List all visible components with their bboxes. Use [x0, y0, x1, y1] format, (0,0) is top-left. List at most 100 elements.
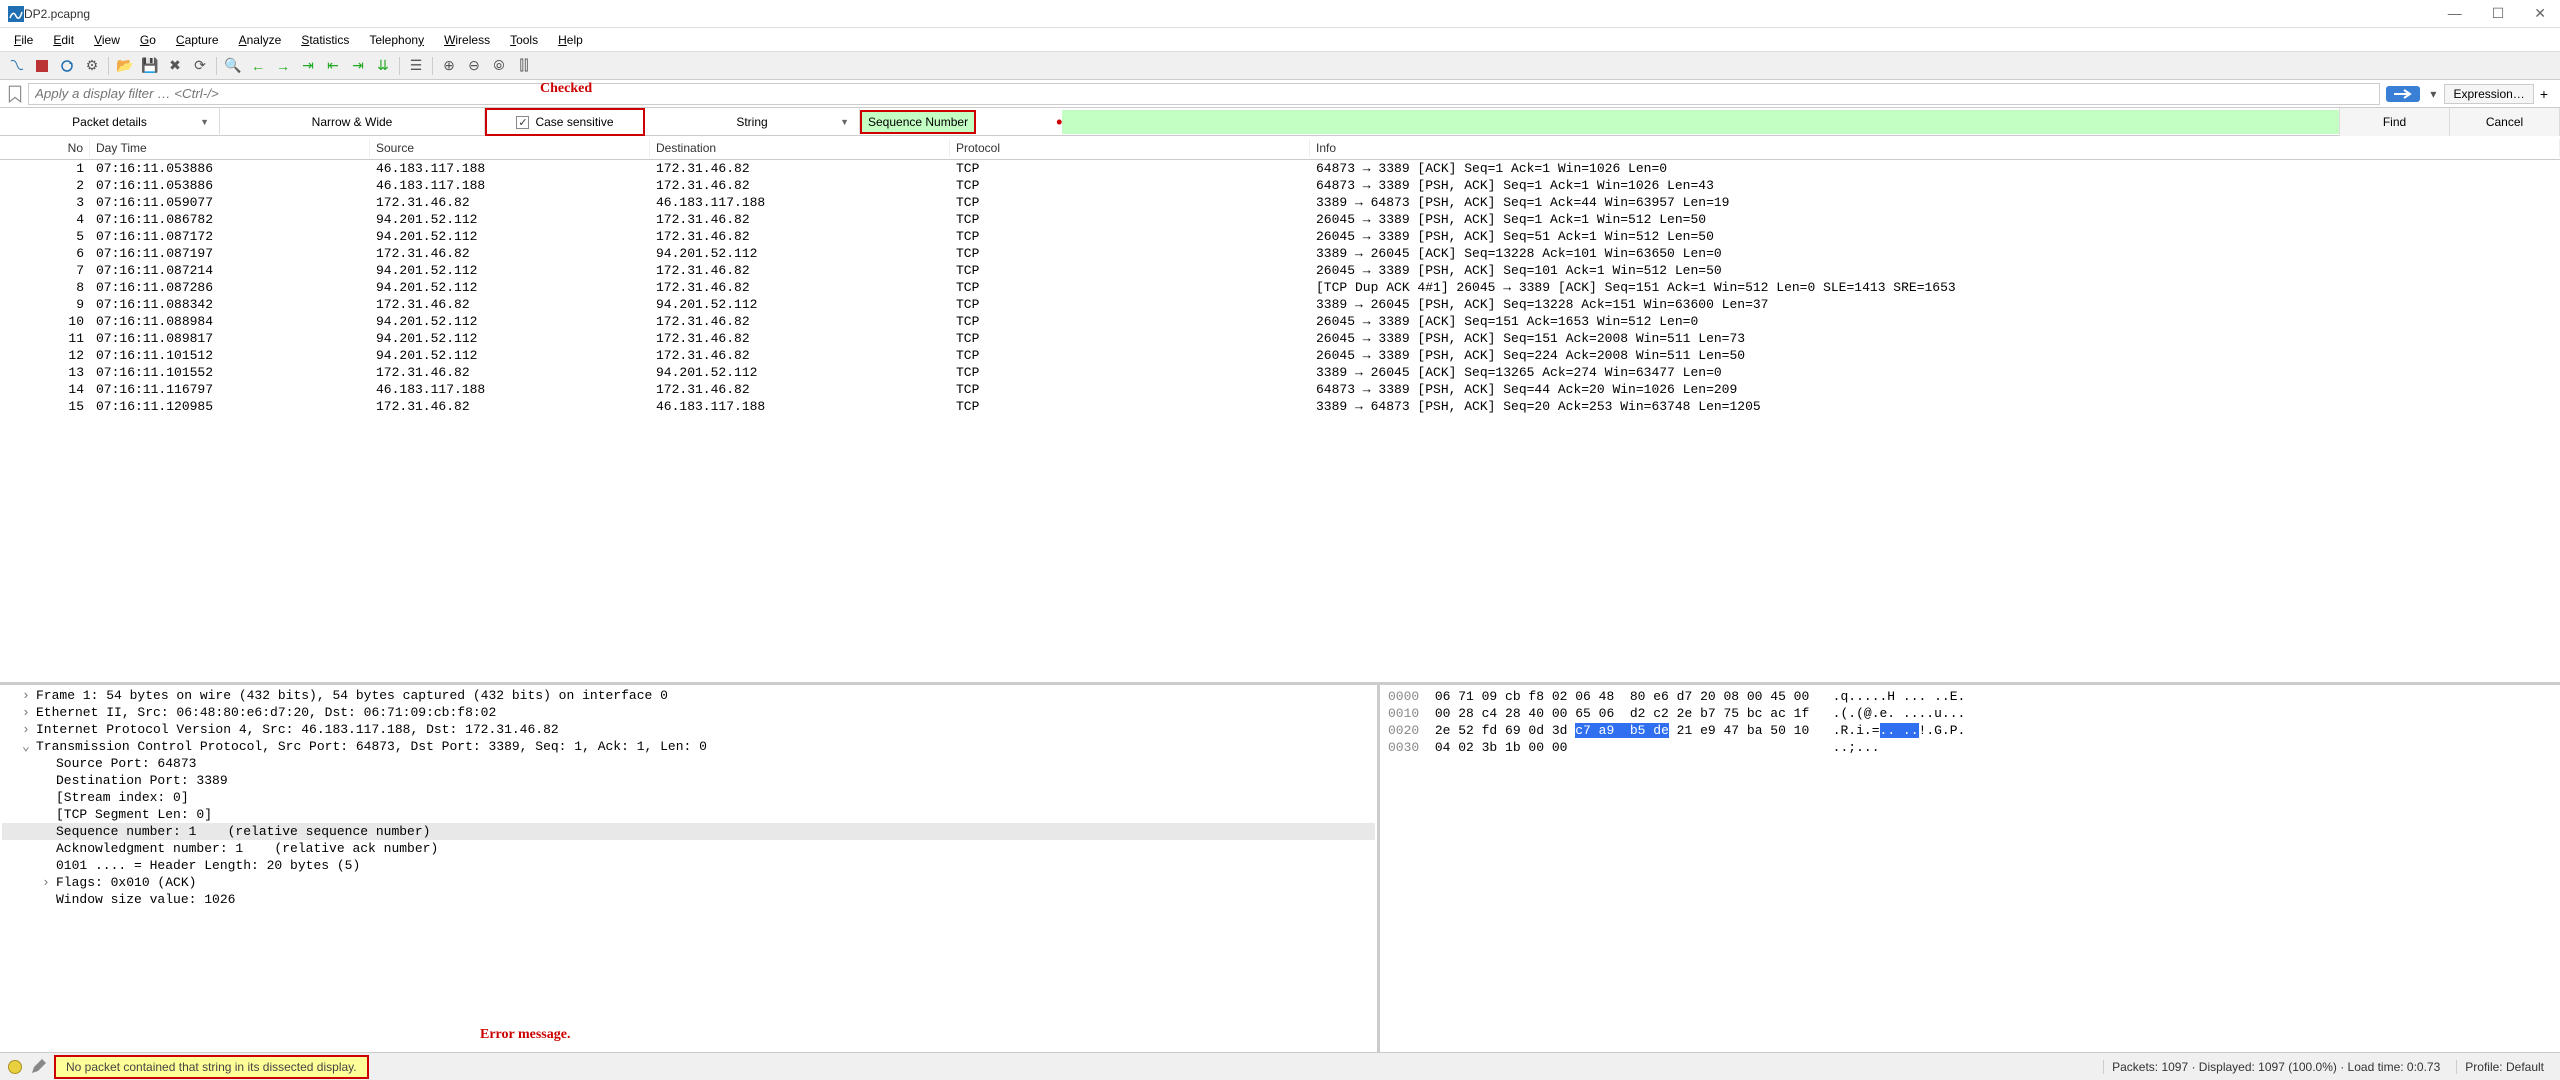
table-row[interactable]: 1307:16:11.101552172.31.46.8294.201.52.1… [0, 364, 2560, 381]
expression-button[interactable]: Expression… [2444, 84, 2533, 104]
detail-line[interactable]: Flags: 0x010 (ACK) [2, 874, 1375, 891]
table-row[interactable]: 1107:16:11.08981794.201.52.112172.31.46.… [0, 330, 2560, 347]
table-row[interactable]: 307:16:11.059077172.31.46.8246.183.117.1… [0, 194, 2560, 211]
table-row[interactable]: 107:16:11.05388646.183.117.188172.31.46.… [0, 160, 2560, 177]
cancel-button[interactable]: Cancel [2450, 108, 2560, 136]
close-button[interactable]: ✕ [2528, 3, 2552, 24]
find-packet-icon[interactable]: 🔍 [222, 55, 244, 77]
cursor-indicator: • [1056, 112, 1062, 133]
detail-line[interactable]: Destination Port: 3389 [2, 772, 1375, 789]
detail-line[interactable]: Frame 1: 54 bytes on wire (432 bits), 54… [2, 687, 1375, 704]
maximize-button[interactable]: ☐ [2486, 3, 2511, 24]
find-bar: Packet details▼ Narrow & Wide ✓ Case sen… [0, 108, 2560, 136]
minimize-button[interactable]: — [2442, 3, 2468, 24]
search-type-combo[interactable]: String▼ [645, 108, 860, 136]
menu-wireless[interactable]: Wireless [434, 31, 500, 49]
edit-capture-comment-icon[interactable] [30, 1059, 46, 1075]
zoom-in-icon[interactable]: ⊕ [438, 55, 460, 77]
display-filter-input[interactable] [28, 83, 2380, 105]
close-file-icon[interactable]: ✖ [164, 55, 186, 77]
first-packet-icon[interactable]: ⇤ [322, 55, 344, 77]
zoom-out-icon[interactable]: ⊖ [463, 55, 485, 77]
table-row[interactable]: 707:16:11.08721494.201.52.112172.31.46.8… [0, 262, 2560, 279]
status-bar: No packet contained that string in its d… [0, 1052, 2560, 1080]
status-message: No packet contained that string in its d… [54, 1055, 369, 1079]
detail-line[interactable]: Window size value: 1026 [2, 891, 1375, 908]
search-input-value[interactable]: Sequence Number [868, 115, 968, 129]
col-no[interactable]: No [0, 139, 90, 157]
options-icon[interactable]: ⚙ [81, 55, 103, 77]
save-file-icon[interactable]: 💾 [139, 55, 161, 77]
detail-line[interactable]: Ethernet II, Src: 06:48:80:e6:d7:20, Dst… [2, 704, 1375, 721]
add-filter-button[interactable]: + [2534, 84, 2554, 104]
packet-list-pane: No Day Time Source Destination Protocol … [0, 136, 2560, 682]
table-row[interactable]: 907:16:11.088342172.31.46.8294.201.52.11… [0, 296, 2560, 313]
charset-combo[interactable]: Narrow & Wide [220, 108, 485, 136]
menu-tools[interactable]: Tools [500, 31, 548, 49]
col-info[interactable]: Info [1310, 139, 2560, 157]
go-forward-icon[interactable]: → [272, 55, 294, 77]
col-destination[interactable]: Destination [650, 139, 950, 157]
detail-line[interactable]: [TCP Segment Len: 0] [2, 806, 1375, 823]
last-packet-icon[interactable]: ⇥ [347, 55, 369, 77]
table-row[interactable]: 207:16:11.05388646.183.117.188172.31.46.… [0, 177, 2560, 194]
menu-telephony[interactable]: Telephony [359, 31, 434, 49]
autoscroll-icon[interactable]: ⇊ [372, 55, 394, 77]
menu-go[interactable]: Go [130, 31, 166, 49]
menu-statistics[interactable]: Statistics [291, 31, 359, 49]
zoom-reset-icon[interactable]: ⦾ [488, 55, 510, 77]
hex-line[interactable]: 0010 00 28 c4 28 40 00 65 06 d2 c2 2e b7… [1388, 706, 2552, 723]
hex-line[interactable]: 0020 2e 52 fd 69 0d 3d c7 a9 b5 de 21 e9… [1388, 723, 2552, 740]
expert-info-led[interactable] [8, 1060, 22, 1074]
case-sensitive-checkbox[interactable]: ✓ Case sensitive [485, 108, 645, 136]
detail-line[interactable]: Transmission Control Protocol, Src Port:… [2, 738, 1375, 755]
resize-columns-icon[interactable]: ⫿⫿ [513, 55, 535, 77]
menubar: File Edit View Go Capture Analyze Statis… [0, 28, 2560, 52]
detail-line[interactable]: Sequence number: 1 (relative sequence nu… [2, 823, 1375, 840]
table-row[interactable]: 507:16:11.08717294.201.52.112172.31.46.8… [0, 228, 2560, 245]
table-row[interactable]: 807:16:11.08728694.201.52.112172.31.46.8… [0, 279, 2560, 296]
stop-capture-icon[interactable] [31, 55, 53, 77]
detail-line[interactable]: Source Port: 64873 [2, 755, 1375, 772]
menu-edit[interactable]: Edit [43, 31, 84, 49]
hex-line[interactable]: 0000 06 71 09 cb f8 02 06 48 80 e6 d7 20… [1388, 689, 2552, 706]
filter-history-dropdown[interactable]: ▾ [2426, 87, 2440, 101]
apply-filter-icon[interactable] [2386, 84, 2426, 104]
profile-status[interactable]: Profile: Default [2456, 1060, 2552, 1074]
table-row[interactable]: 1407:16:11.11679746.183.117.188172.31.46… [0, 381, 2560, 398]
menu-analyze[interactable]: Analyze [229, 31, 292, 49]
detail-line[interactable]: [Stream index: 0] [2, 789, 1375, 806]
table-row[interactable]: 1207:16:11.10151294.201.52.112172.31.46.… [0, 347, 2560, 364]
colorize-icon[interactable]: ☰ [405, 55, 427, 77]
menu-view[interactable]: View [84, 31, 130, 49]
hex-line[interactable]: 0030 04 02 3b 1b 00 00 ..;... [1388, 740, 2552, 757]
error-annotation: Error message. [480, 1027, 570, 1043]
menu-help[interactable]: Help [548, 31, 593, 49]
restart-capture-icon[interactable] [56, 55, 78, 77]
col-protocol[interactable]: Protocol [950, 139, 1310, 157]
packet-list-body[interactable]: 107:16:11.05388646.183.117.188172.31.46.… [0, 160, 2560, 682]
search-input[interactable] [1062, 110, 2339, 134]
detail-line[interactable]: 0101 .... = Header Length: 20 bytes (5) [2, 857, 1375, 874]
go-back-icon[interactable]: ← [247, 55, 269, 77]
start-capture-icon[interactable] [6, 55, 28, 77]
open-file-icon[interactable]: 📂 [114, 55, 136, 77]
table-row[interactable]: 1507:16:11.120985172.31.46.8246.183.117.… [0, 398, 2560, 415]
col-source[interactable]: Source [370, 139, 650, 157]
detail-line[interactable]: Internet Protocol Version 4, Src: 46.183… [2, 721, 1375, 738]
menu-capture[interactable]: Capture [166, 31, 229, 49]
detail-line[interactable]: Acknowledgment number: 1 (relative ack n… [2, 840, 1375, 857]
menu-file[interactable]: File [4, 31, 43, 49]
find-button[interactable]: Find [2340, 108, 2450, 136]
packet-details-pane[interactable]: Frame 1: 54 bytes on wire (432 bits), 54… [0, 685, 1380, 1052]
goto-packet-icon[interactable]: ⇥ [297, 55, 319, 77]
filter-bookmark-icon[interactable] [6, 85, 24, 103]
col-daytime[interactable]: Day Time [90, 139, 370, 157]
table-row[interactable]: 1007:16:11.08898494.201.52.112172.31.46.… [0, 313, 2560, 330]
table-row[interactable]: 607:16:11.087197172.31.46.8294.201.52.11… [0, 245, 2560, 262]
wireshark-icon [8, 6, 24, 22]
table-row[interactable]: 407:16:11.08678294.201.52.112172.31.46.8… [0, 211, 2560, 228]
packet-bytes-pane[interactable]: 0000 06 71 09 cb f8 02 06 48 80 e6 d7 20… [1380, 685, 2560, 1052]
search-in-combo[interactable]: Packet details▼ [0, 108, 220, 136]
reload-icon[interactable]: ⟳ [189, 55, 211, 77]
